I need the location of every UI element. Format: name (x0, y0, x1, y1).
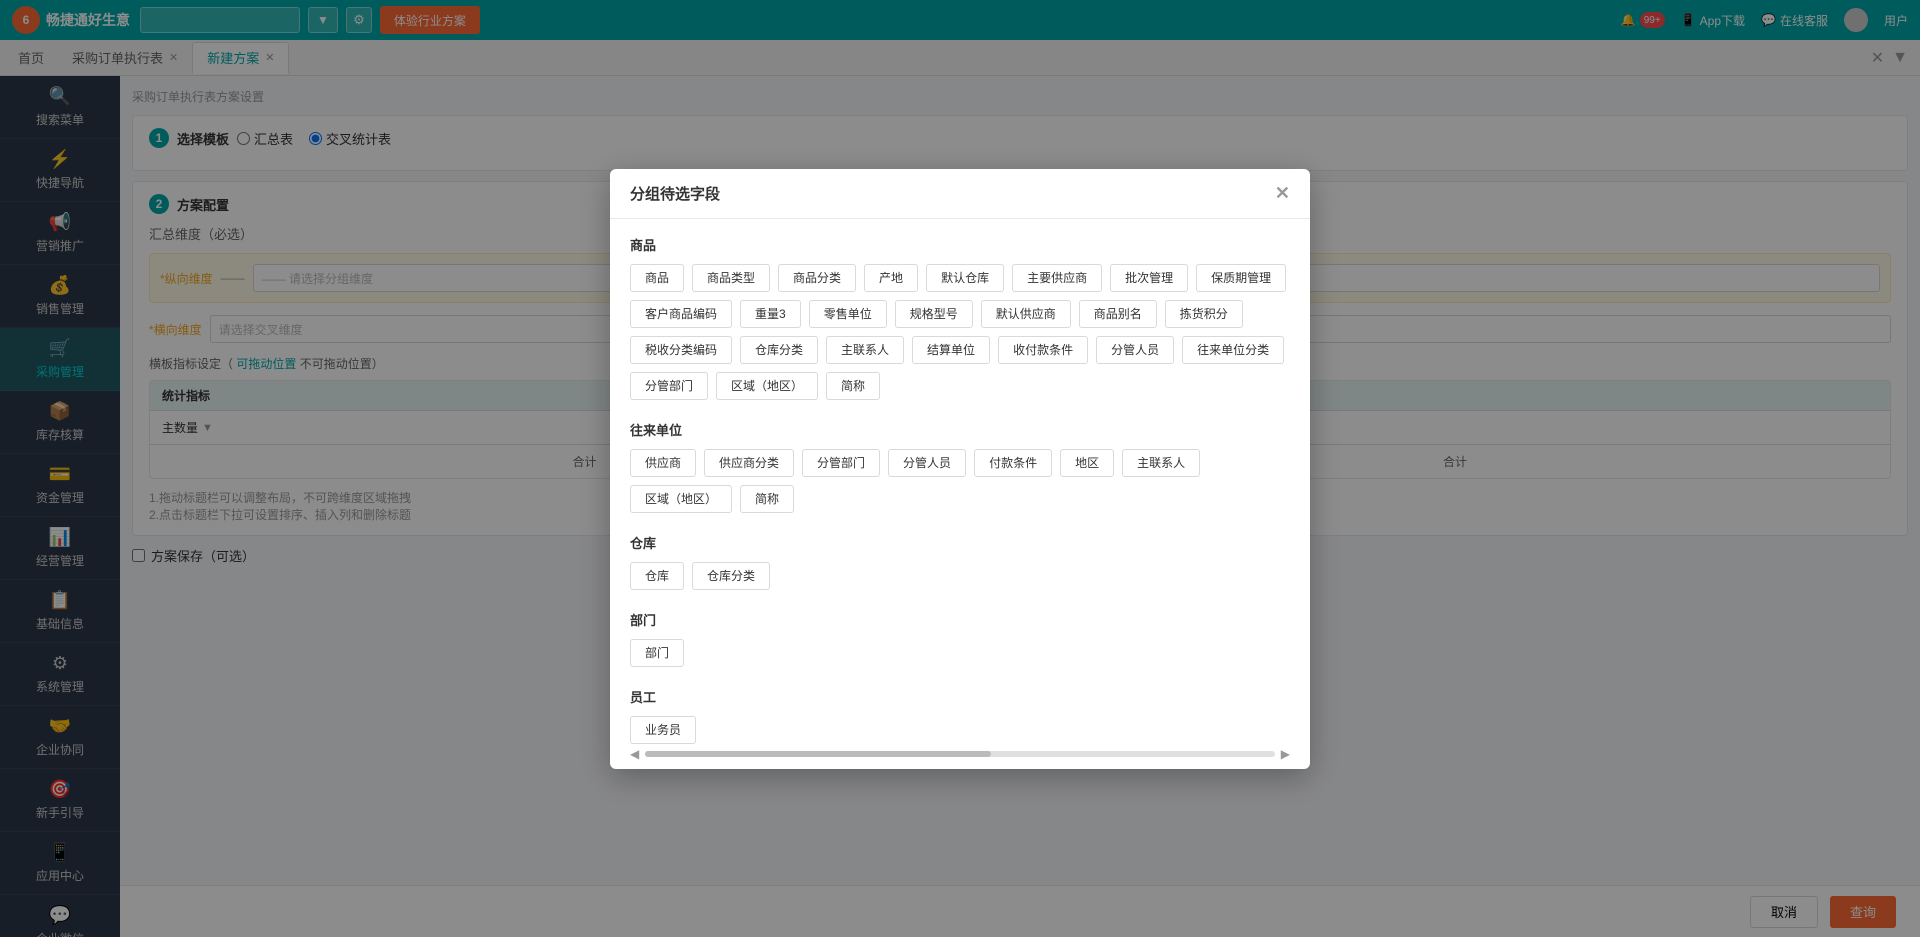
field-tag-partner-short[interactable]: 简称 (740, 485, 794, 513)
section-partner: 往来单位 供应商 供应商分类 分管部门 分管人员 付款条件 地区 主联系人 区域… (630, 420, 1290, 513)
section-employee-tags: 业务员 (630, 716, 1290, 744)
section-warehouse-tags: 仓库 仓库分类 (630, 562, 1290, 590)
field-tag-spec[interactable]: 规格型号 (895, 300, 973, 328)
field-tag-short-name[interactable]: 简称 (826, 372, 880, 400)
hscroll-left-arrow[interactable]: ◀ (630, 747, 639, 761)
section-partner-title: 往来单位 (630, 420, 1290, 439)
field-tag-manager[interactable]: 分管人员 (1096, 336, 1174, 364)
field-tag-payment-cond[interactable]: 付款条件 (974, 449, 1052, 477)
field-tag-tax-code[interactable]: 税收分类编码 (630, 336, 732, 364)
section-product-title: 商品 (630, 235, 1290, 254)
field-tag-default-supplier[interactable]: 默认供应商 (981, 300, 1071, 328)
section-product-tags: 商品 商品类型 商品分类 产地 默认仓库 主要供应商 批次管理 保质期管理 客户… (630, 264, 1290, 400)
field-tag-payment-terms[interactable]: 收付款条件 (998, 336, 1088, 364)
field-tag-supplier-cat[interactable]: 供应商分类 (704, 449, 794, 477)
field-tag-product-alias[interactable]: 商品别名 (1079, 300, 1157, 328)
field-tag-customer-code[interactable]: 客户商品编码 (630, 300, 732, 328)
field-tag-partner-region[interactable]: 区域（地区） (630, 485, 732, 513)
hscroll-right-arrow[interactable]: ▶ (1281, 747, 1290, 761)
modal-header: 分组待选字段 ✕ (610, 169, 1310, 219)
field-tag-partner-manager[interactable]: 分管人员 (888, 449, 966, 477)
modal-title: 分组待选字段 (630, 183, 720, 204)
modal: 分组待选字段 ✕ 商品 商品 商品类型 商品分类 产地 默认仓库 主要供应商 批… (610, 169, 1310, 769)
field-tag-product[interactable]: 商品 (630, 264, 684, 292)
section-employee-title: 员工 (630, 687, 1290, 706)
hscroll-thumb (645, 751, 991, 757)
section-product: 商品 商品 商品类型 商品分类 产地 默认仓库 主要供应商 批次管理 保质期管理… (630, 235, 1290, 400)
section-warehouse-title: 仓库 (630, 533, 1290, 552)
field-tag-warehouse[interactable]: 仓库 (630, 562, 684, 590)
field-tag-main-contact[interactable]: 主联系人 (826, 336, 904, 364)
field-tag-partner-contact[interactable]: 主联系人 (1122, 449, 1200, 477)
field-tag-product-category[interactable]: 商品分类 (778, 264, 856, 292)
section-department: 部门 部门 (630, 610, 1290, 667)
field-tag-department[interactable]: 部门 (630, 639, 684, 667)
field-tag-warehouse-category[interactable]: 仓库分类 (692, 562, 770, 590)
section-department-title: 部门 (630, 610, 1290, 629)
field-tag-expiry[interactable]: 保质期管理 (1196, 264, 1286, 292)
field-tag-area[interactable]: 地区 (1060, 449, 1114, 477)
section-warehouse: 仓库 仓库 仓库分类 (630, 533, 1290, 590)
field-tag-retail-unit[interactable]: 零售单位 (809, 300, 887, 328)
section-department-tags: 部门 (630, 639, 1290, 667)
field-tag-partner-cat[interactable]: 往来单位分类 (1182, 336, 1284, 364)
field-tag-warehouse-cat[interactable]: 仓库分类 (740, 336, 818, 364)
field-tag-weight[interactable]: 重量3 (740, 300, 801, 328)
field-tag-default-warehouse[interactable]: 默认仓库 (926, 264, 1004, 292)
field-tag-salesman[interactable]: 业务员 (630, 716, 696, 744)
field-tag-pick-points[interactable]: 拣货积分 (1165, 300, 1243, 328)
field-tag-supplier[interactable]: 供应商 (630, 449, 696, 477)
field-tag-batch[interactable]: 批次管理 (1110, 264, 1188, 292)
field-tag-partner-dept[interactable]: 分管部门 (802, 449, 880, 477)
field-tag-main-supplier[interactable]: 主要供应商 (1012, 264, 1102, 292)
section-employee: 员工 业务员 (630, 687, 1290, 744)
horizontal-scrollbar[interactable] (645, 751, 1275, 757)
modal-body[interactable]: 商品 商品 商品类型 商品分类 产地 默认仓库 主要供应商 批次管理 保质期管理… (610, 219, 1310, 747)
modal-hscroll-area: ◀ ▶ (610, 747, 1310, 769)
modal-overlay: 分组待选字段 ✕ 商品 商品 商品类型 商品分类 产地 默认仓库 主要供应商 批… (0, 0, 1920, 937)
field-tag-product-type[interactable]: 商品类型 (692, 264, 770, 292)
field-tag-dept[interactable]: 分管部门 (630, 372, 708, 400)
field-tag-region[interactable]: 区域（地区） (716, 372, 818, 400)
field-tag-settlement-unit[interactable]: 结算单位 (912, 336, 990, 364)
field-tag-origin[interactable]: 产地 (864, 264, 918, 292)
modal-close-button[interactable]: ✕ (1275, 183, 1290, 204)
section-partner-tags: 供应商 供应商分类 分管部门 分管人员 付款条件 地区 主联系人 区域（地区） … (630, 449, 1290, 513)
